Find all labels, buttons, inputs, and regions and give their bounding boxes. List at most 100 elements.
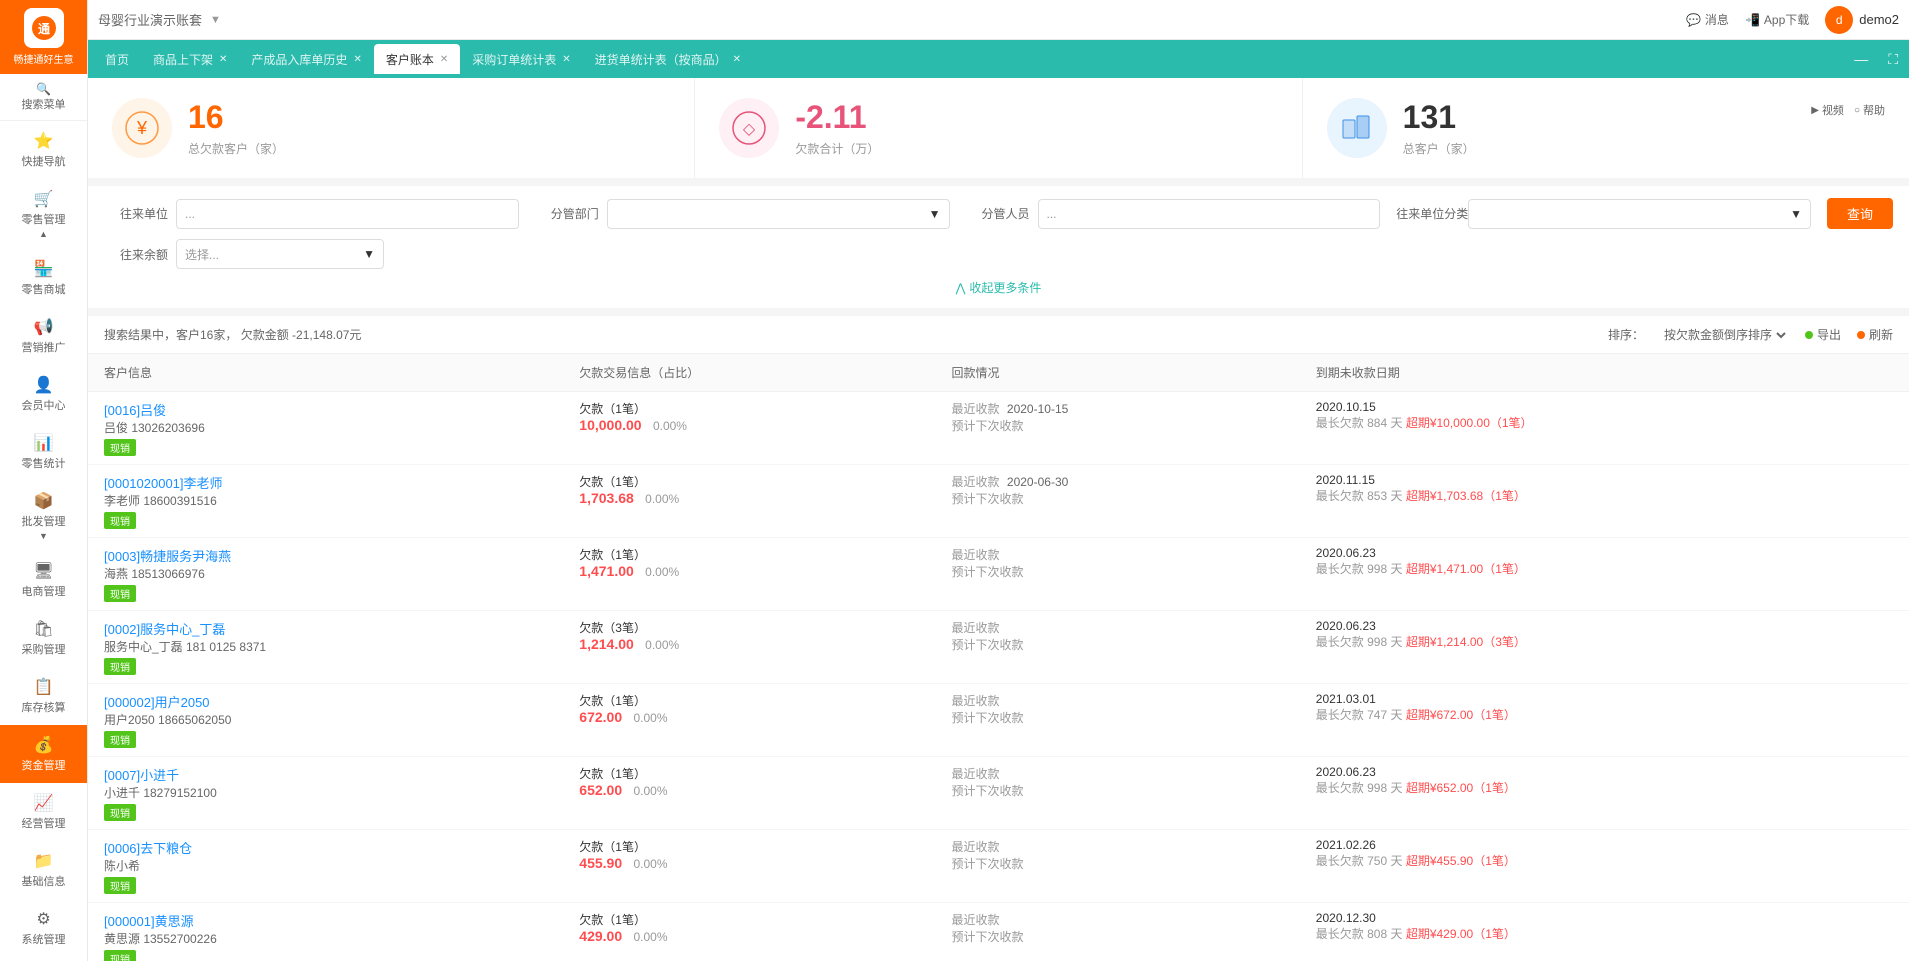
sidebar-item-enterprise[interactable]: 🏢 企业协同 bbox=[0, 957, 87, 961]
debt-total-label: 欠款合计（万） bbox=[795, 140, 1277, 157]
sidebar-item-retail-stats[interactable]: 📊 零售统计 bbox=[0, 423, 87, 481]
tab-product-offline[interactable]: 商品上下架 ✕ bbox=[141, 44, 239, 74]
sidebar-item-retail-mgmt[interactable]: 🛒 零售管理 ▲ bbox=[0, 179, 87, 249]
due-date-7: 2020.12.30 bbox=[1316, 911, 1893, 925]
tab-close-purchase-stats[interactable]: ✕ bbox=[733, 54, 741, 65]
balance-select[interactable]: 选择... ▼ bbox=[176, 239, 384, 269]
debt-amount-5[interactable]: 652.00 bbox=[579, 782, 622, 798]
app-download-btn[interactable]: 📲 App下载 bbox=[1745, 11, 1809, 28]
sidebar-item-ecommerce[interactable]: 🖥 电商管理 bbox=[0, 551, 87, 609]
all-customers-number: 131 bbox=[1403, 99, 1796, 136]
message-btn[interactable]: 💬 消息 bbox=[1686, 11, 1729, 28]
sidebar-item-basic-info[interactable]: 📁 基础信息 bbox=[0, 841, 87, 899]
tab-close-customer-account[interactable]: ✕ bbox=[440, 54, 448, 65]
system-icon: ⚙ bbox=[36, 909, 50, 929]
customer-contact-3: 服务中心_丁磊 181 0125 8371 bbox=[104, 638, 547, 655]
last-payment-4: 最近收款 bbox=[952, 692, 1284, 709]
sidebar-item-batch-mgmt[interactable]: 📦 批发管理 ▼ bbox=[0, 481, 87, 551]
overdue-link-1[interactable]: 超期¥1,703.68（1笔） bbox=[1406, 489, 1526, 503]
overdue-link-0[interactable]: 超期¥10,000.00（1笔） bbox=[1406, 416, 1533, 430]
overdue-link-7[interactable]: 超期¥429.00（1笔） bbox=[1406, 927, 1516, 941]
tabbar-maximize[interactable]: ⛶ bbox=[1882, 49, 1904, 70]
sidebar-item-quick-nav[interactable]: ⭐ 快捷导航 bbox=[0, 121, 87, 179]
debt-amount-6[interactable]: 455.90 bbox=[579, 855, 622, 871]
tab-product-history[interactable]: 产成品入库单历史 ✕ bbox=[239, 44, 373, 74]
topbar-right: 💬 消息 📲 App下载 d demo2 bbox=[1686, 6, 1899, 34]
customer-name-7[interactable]: [000001]黄思源 bbox=[104, 911, 547, 930]
tabbar-minimize[interactable]: — bbox=[1848, 49, 1874, 70]
customer-name-0[interactable]: [0016]吕俊 bbox=[104, 400, 547, 419]
help-btn[interactable]: ○ 帮助 bbox=[1854, 102, 1885, 118]
unit-category-select[interactable]: ▼ bbox=[1468, 199, 1811, 229]
due-date-3: 2020.06.23 bbox=[1316, 619, 1893, 633]
person-input[interactable]: ... bbox=[1038, 199, 1381, 229]
debt-amount-3[interactable]: 1,214.00 bbox=[579, 636, 634, 652]
tab-purchase-order[interactable]: 采购订单统计表 ✕ bbox=[460, 44, 582, 74]
sidebar-item-purchase[interactable]: 🛍 采购管理 bbox=[0, 609, 87, 667]
refresh-btn[interactable]: 刷新 bbox=[1857, 326, 1893, 343]
customer-name-3[interactable]: [0002]服务中心_丁磊 bbox=[104, 619, 547, 638]
debt-count-7: 欠款（1笔） bbox=[579, 911, 919, 928]
overdue-link-6[interactable]: 超期¥455.90（1笔） bbox=[1406, 854, 1516, 868]
sort-select[interactable]: 按欠款金额倒序排序 bbox=[1660, 327, 1789, 343]
sidebar-item-inventory[interactable]: 📋 库存核算 bbox=[0, 667, 87, 725]
customer-contact-6: 陈小希 bbox=[104, 857, 547, 874]
sidebar-item-system[interactable]: ⚙ 系统管理 bbox=[0, 899, 87, 957]
debt-amount-4[interactable]: 672.00 bbox=[579, 709, 622, 725]
sidebar-item-operations[interactable]: 📈 经营管理 bbox=[0, 783, 87, 841]
card-content-debt: 16 总欠款客户（家） bbox=[188, 99, 670, 157]
sidebar-item-retail-mall[interactable]: 🏪 零售商城 bbox=[0, 249, 87, 307]
dept-dropdown-icon: ▼ bbox=[929, 207, 941, 221]
unit-category-dropdown-icon: ▼ bbox=[1790, 207, 1802, 221]
from-unit-input[interactable]: ... bbox=[176, 199, 519, 229]
overdue-link-3[interactable]: 超期¥1,214.00（3笔） bbox=[1406, 635, 1526, 649]
sidebar-search[interactable]: 🔍 搜索菜单 bbox=[0, 74, 87, 121]
dept-select[interactable]: ▼ bbox=[607, 199, 950, 229]
sidebar-logo[interactable]: 通 畅捷通好生意 bbox=[0, 0, 87, 74]
cell-customer-6: [0006]去下粮仓 陈小希 现销 bbox=[88, 830, 563, 903]
customer-name-1[interactable]: [0001020001]李老师 bbox=[104, 473, 547, 492]
col-due-date: 到期未收款日期 bbox=[1300, 354, 1909, 392]
table-summary: 搜索结果中，客户16家， 欠款金额 -21,148.07元 bbox=[104, 326, 361, 343]
debt-amount-7[interactable]: 429.00 bbox=[579, 928, 622, 944]
last-payment-2: 最近收款 bbox=[952, 546, 1284, 563]
card-content-total: -2.11 欠款合计（万） bbox=[795, 99, 1277, 157]
message-icon: 💬 bbox=[1686, 13, 1701, 27]
due-date-5: 2020.06.23 bbox=[1316, 765, 1893, 779]
cell-customer-7: [000001]黄思源 黄思源 13552700226 现销 bbox=[88, 903, 563, 961]
debt-amount-2[interactable]: 1,471.00 bbox=[579, 563, 634, 579]
svg-text:¥: ¥ bbox=[136, 118, 148, 138]
retail-stats-icon: 📊 bbox=[34, 433, 54, 453]
customer-name-2[interactable]: [0003]畅捷服务尹海燕 bbox=[104, 546, 547, 565]
customer-name-4[interactable]: [000002]用户2050 bbox=[104, 692, 547, 711]
tab-purchase-stats[interactable]: 进货单统计表（按商品） ✕ bbox=[583, 44, 753, 74]
tab-customer-account[interactable]: 客户账本 ✕ bbox=[374, 44, 460, 74]
sidebar-item-finance[interactable]: 💰 资金管理 bbox=[0, 725, 87, 783]
debt-count-1: 欠款（1笔） bbox=[579, 473, 919, 490]
debt-amount-0[interactable]: 10,000.00 bbox=[579, 417, 641, 433]
overdue-link-5[interactable]: 超期¥652.00（1笔） bbox=[1406, 781, 1516, 795]
sidebar-item-member[interactable]: 👤 会员中心 bbox=[0, 365, 87, 423]
overdue-link-4[interactable]: 超期¥672.00（1笔） bbox=[1406, 708, 1516, 722]
tab-close-product-history[interactable]: ✕ bbox=[353, 54, 361, 65]
customer-name-5[interactable]: [0007]小进千 bbox=[104, 765, 547, 784]
collapse-button[interactable]: ⋀ 收起更多条件 bbox=[104, 279, 1893, 296]
table-row: [0002]服务中心_丁磊 服务中心_丁磊 181 0125 8371 现销 欠… bbox=[88, 611, 1909, 684]
tab-home[interactable]: 首页 bbox=[93, 44, 141, 74]
sidebar-item-marketing[interactable]: 📢 营销推广 bbox=[0, 307, 87, 365]
user-profile[interactable]: d demo2 bbox=[1825, 6, 1899, 34]
query-button[interactable]: 查询 bbox=[1827, 198, 1893, 229]
debt-amount-1[interactable]: 1,703.68 bbox=[579, 490, 634, 506]
cell-debt-0: 欠款（1笔） 10,000.00 0.00% bbox=[563, 392, 935, 465]
cell-payment-0: 最近收款 2020-10-15 预计下次收款 bbox=[936, 392, 1300, 465]
tab-close-purchase-order[interactable]: ✕ bbox=[562, 54, 570, 65]
customer-name-6[interactable]: [0006]去下粮仓 bbox=[104, 838, 547, 857]
view-btn[interactable]: ▶ 视频 bbox=[1811, 102, 1844, 118]
export-btn[interactable]: 导出 bbox=[1805, 326, 1841, 343]
last-payment-7: 最近收款 bbox=[952, 911, 1284, 928]
help-icon: ○ bbox=[1854, 105, 1860, 116]
tab-close-product-offline[interactable]: ✕ bbox=[219, 54, 227, 65]
debt-count-4: 欠款（1笔） bbox=[579, 692, 919, 709]
overdue-link-2[interactable]: 超期¥1,471.00（1笔） bbox=[1406, 562, 1526, 576]
last-payment-0: 最近收款 2020-10-15 bbox=[952, 400, 1284, 417]
